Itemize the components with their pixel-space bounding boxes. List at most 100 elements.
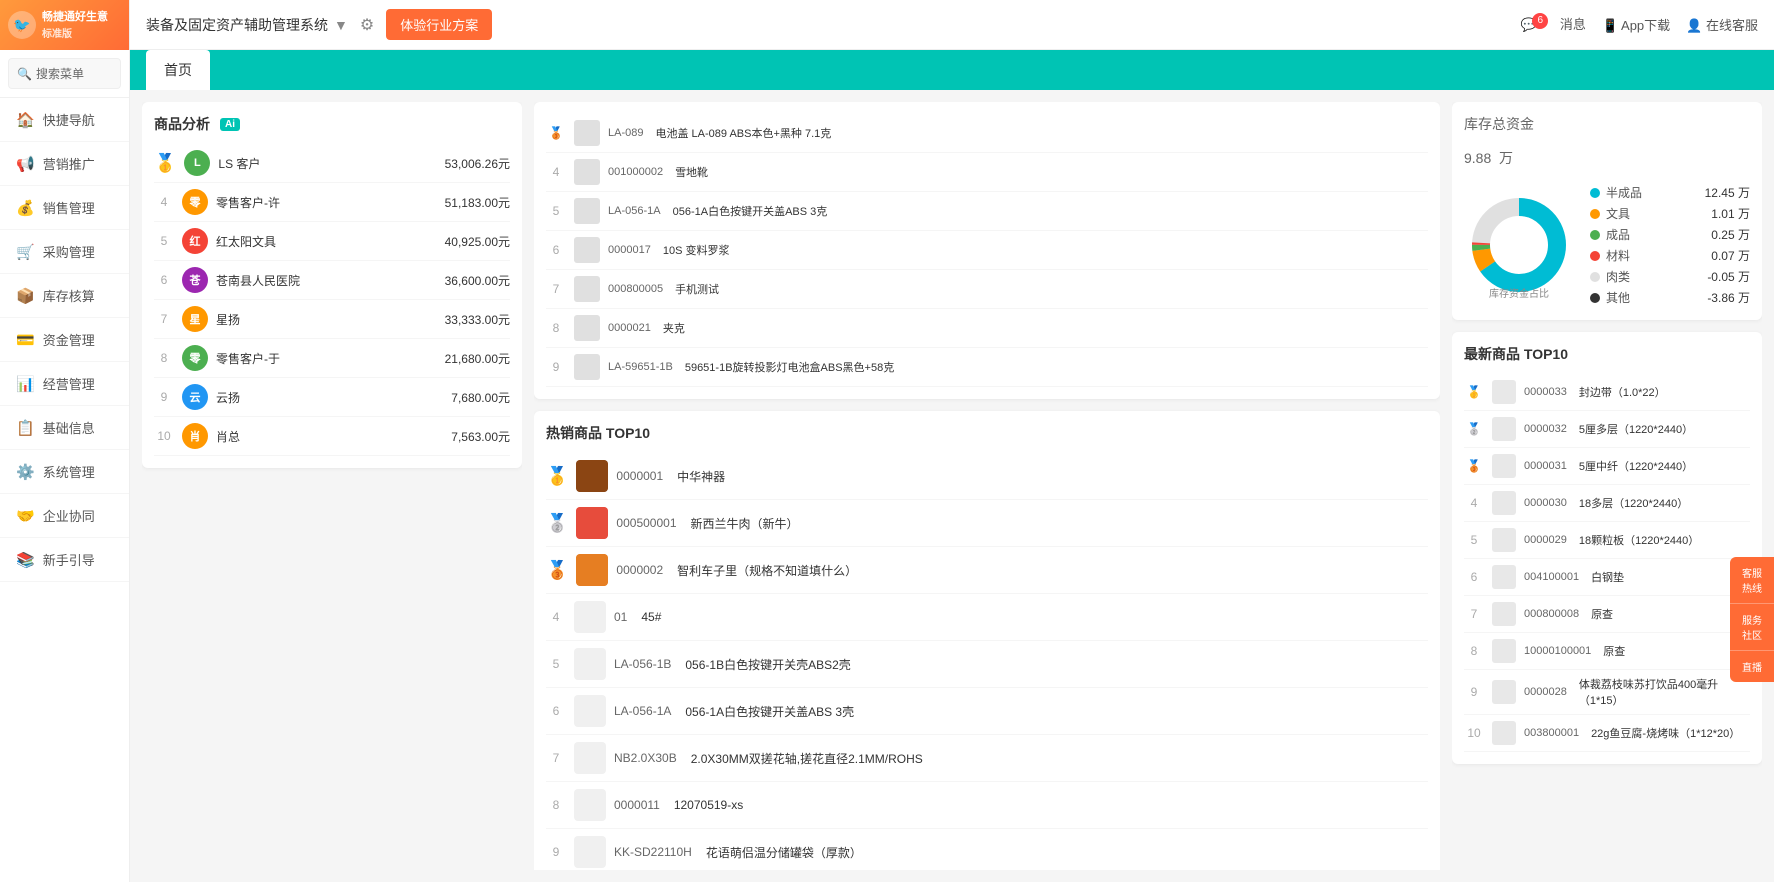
online-service-label: 在线客服: [1706, 18, 1758, 33]
rank-item-1: 🥇 L LS 客户 53,006.26元: [154, 144, 510, 183]
legend-name-5: 其他: [1606, 289, 1707, 306]
logo-name: 畅捷通好生意: [42, 10, 108, 25]
nav-tabs: 首页: [130, 50, 1774, 90]
nav-label-inventory: 库存核算: [43, 286, 95, 305]
sidebar-item-guide[interactable]: 📚 新手引导: [0, 538, 129, 582]
pr-img-4: [574, 159, 600, 185]
pr-name-8: 夹克: [663, 320, 1428, 336]
pr-img-7: [574, 276, 600, 302]
message-badge: 6: [1532, 13, 1548, 29]
sidebar-item-marketing[interactable]: 📢 营销推广: [0, 142, 129, 186]
rank-item-2: 4 零 零售客户-许 51,183.00元: [154, 183, 510, 222]
hp-img-6: [574, 695, 606, 727]
pr-rank-4: 4: [546, 165, 566, 179]
np-img-1: [1492, 380, 1516, 404]
badge-3: 红: [182, 228, 208, 254]
donut-label: 库存资金占比: [1489, 285, 1549, 300]
product-ranking-card: 🥉 LA-089 电池盖 LA-089 ABS本色+黑种 7.1克 4 0010…: [534, 102, 1440, 399]
sidebar-item-sales[interactable]: 💰 销售管理: [0, 186, 129, 230]
prod-rank-9: 9 LA-59651-1B 59651-1B旋转投影灯电池盒ABS黑色+58克: [546, 348, 1428, 387]
sidebar-item-home[interactable]: 🏠 快捷导航: [0, 98, 129, 142]
sidebar-item-system[interactable]: ⚙️ 系统管理: [0, 450, 129, 494]
float-btn-community[interactable]: 服务社区: [1730, 604, 1774, 651]
hp-img-5: [574, 648, 606, 680]
nav-label-basic: 基础信息: [43, 418, 95, 437]
badge-7: 云: [182, 384, 208, 410]
float-btn-live[interactable]: 直播: [1730, 651, 1774, 682]
online-service-btn[interactable]: 👤 在线客服: [1686, 15, 1758, 34]
badge-8: 肖: [182, 423, 208, 449]
np-code-5: 0000029: [1524, 534, 1567, 546]
np-rank-2: 🥈: [1464, 422, 1484, 436]
sidebar-item-operations[interactable]: 📊 经营管理: [0, 362, 129, 406]
nav-label-marketing: 营销推广: [43, 154, 95, 173]
pr-code-7: 000800005: [608, 283, 663, 295]
np-rank-1: 🥇: [1464, 385, 1484, 399]
logo-icon: 🐦: [8, 11, 36, 39]
marketing-icon: 📢: [16, 155, 35, 173]
main-area: 装备及固定资产辅助管理系统 ▼ ⚙ 体验行业方案 💬 6 消息 📱 App下载 …: [130, 0, 1774, 882]
inventory-legend: 半成品 12.45 万 文具 1.01 万 成品 0.25 万: [1590, 182, 1750, 308]
sidebar-item-purchase[interactable]: 🛒 采购管理: [0, 230, 129, 274]
legend-item-2: 成品 0.25 万: [1590, 224, 1750, 245]
tab-home[interactable]: 首页: [146, 50, 210, 90]
sidebar-logo: 🐦 畅捷通好生意 标准版: [0, 0, 129, 50]
float-btn-service[interactable]: 客服热线: [1730, 557, 1774, 604]
settings-icon[interactable]: ⚙: [360, 15, 374, 35]
hp-code-6: LA-056-1A: [614, 704, 671, 718]
hp-name-3: 智利车子里（规格不知道填什么）: [677, 562, 1428, 579]
nav-label-operations: 经营管理: [43, 374, 95, 393]
message-label: 消息: [1560, 17, 1586, 32]
rank-item-5: 7 星 星扬 33,333.00元: [154, 300, 510, 339]
badge-4: 苍: [182, 267, 208, 293]
pr-img-5: [574, 198, 600, 224]
pr-img-9: [574, 354, 600, 380]
sidebar-item-inventory[interactable]: 📦 库存核算: [0, 274, 129, 318]
trial-button[interactable]: 体验行业方案: [386, 9, 492, 40]
hot-product-2: 🥈 000500001 新西兰牛肉（新牛）: [546, 500, 1428, 547]
hot-product-6: 6 LA-056-1A 056-1A白色按键开关盖ABS 3壳: [546, 688, 1428, 735]
message-area[interactable]: 💬 6 消息: [1520, 14, 1585, 35]
hp-code-9: KK-SD22110H: [614, 845, 692, 859]
rank-num-2: 4: [154, 195, 174, 209]
hp-name-1: 中华神器: [677, 468, 1428, 485]
dropdown-arrow-icon[interactable]: ▼: [334, 17, 348, 33]
sales-icon: 💰: [16, 199, 35, 217]
np-name-2: 5厘多层（1220*2440）: [1579, 421, 1750, 437]
np-item-3: 🥉 0000031 5厘中纤（1220*2440）: [1464, 448, 1750, 485]
hp-medal-3: 🥉: [546, 560, 568, 581]
rank-num-6: 8: [154, 351, 174, 365]
np-code-9: 0000028: [1524, 686, 1567, 698]
phone-icon: 📱: [1602, 18, 1618, 33]
hot-products-label: 热销商品 TOP10: [546, 423, 650, 443]
np-rank-8: 8: [1464, 644, 1484, 658]
legend-name-3: 材料: [1606, 247, 1711, 264]
content-area: 商品分析 Ai 🥇 L LS 客户 53,006.26元 4 零 零售客户-许 …: [130, 90, 1774, 882]
sidebar-item-basic[interactable]: 📋 基础信息: [0, 406, 129, 450]
legend-item-1: 文具 1.01 万: [1590, 203, 1750, 224]
hp-img-4: [574, 601, 606, 633]
sidebar-item-finance[interactable]: 💳 资金管理: [0, 318, 129, 362]
np-item-5: 5 0000029 18颗粒板（1220*2440）: [1464, 522, 1750, 559]
np-name-9: 体裁荔枝味苏打饮品400毫升（1*15）: [1579, 676, 1750, 708]
legend-val-1: 1.01 万: [1711, 205, 1750, 222]
app-download-btn[interactable]: 📱 App下载: [1602, 15, 1670, 34]
pr-name-3: 电池盖 LA-089 ABS本色+黑种 7.1克: [655, 125, 1428, 141]
hp-name-4: 45#: [641, 610, 1428, 624]
basic-icon: 📋: [16, 419, 35, 437]
pr-img-6: [574, 237, 600, 263]
hp-code-2: 000500001: [616, 516, 676, 530]
customer-name-3: 红太阳文具: [216, 233, 437, 250]
badge-1: L: [184, 150, 210, 176]
sidebar-search-area: 🔍 搜索菜单: [0, 50, 129, 98]
customer-ranking-title: 商品分析 Ai: [154, 114, 510, 134]
sidebar-item-enterprise[interactable]: 🤝 企业协同: [0, 494, 129, 538]
rank-item-6: 8 零 零售客户-于 21,680.00元: [154, 339, 510, 378]
new-products-label: 最新商品 TOP10: [1464, 344, 1568, 364]
search-icon: 🔍: [17, 67, 32, 81]
np-item-9: 9 0000028 体裁荔枝味苏打饮品400毫升（1*15）: [1464, 670, 1750, 715]
right-panel: 库存总资金 9.88 万: [1452, 102, 1762, 870]
customer-name-7: 云扬: [216, 389, 443, 406]
hot-product-8: 8 0000011 12070519-xs: [546, 782, 1428, 829]
search-menu-button[interactable]: 🔍 搜索菜单: [8, 58, 121, 89]
